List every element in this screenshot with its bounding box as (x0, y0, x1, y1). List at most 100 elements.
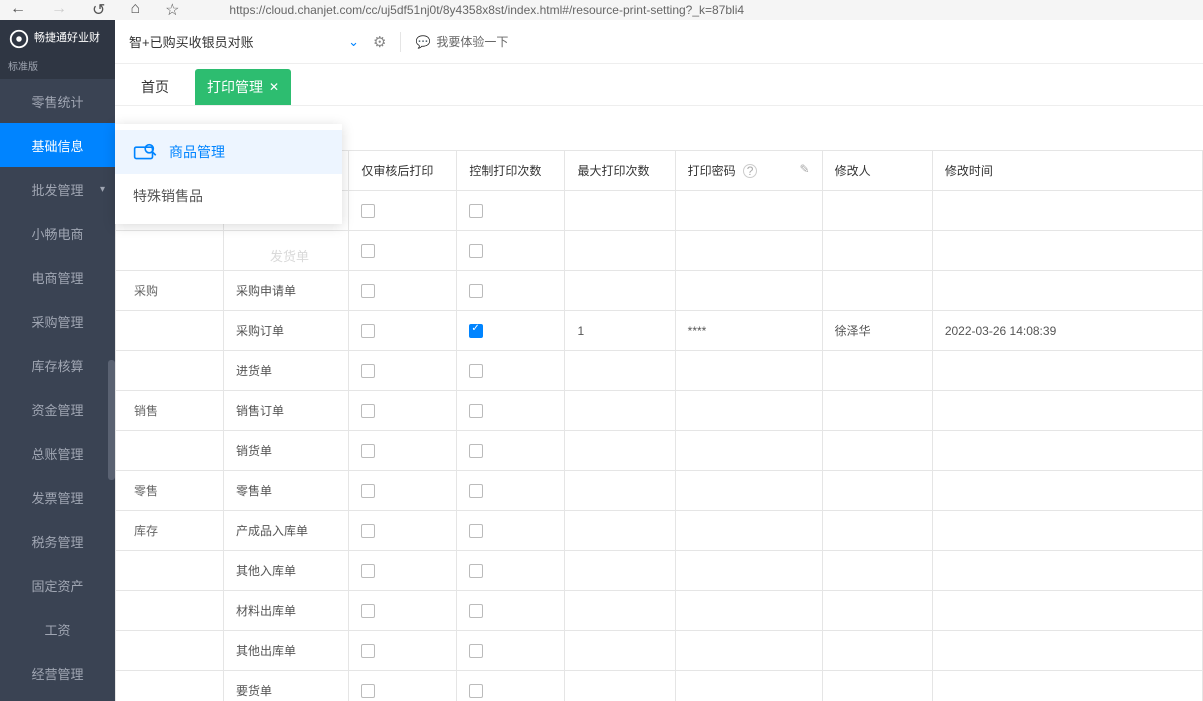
cell-modify-time: 2022-03-26 14:08:39 (932, 311, 1202, 351)
checkbox-after-audit[interactable] (361, 204, 375, 218)
cell-password (675, 511, 822, 551)
checkbox-after-audit[interactable] (361, 604, 375, 618)
cell-control-count (457, 391, 565, 431)
checkbox-control-count[interactable] (469, 284, 483, 298)
tab-print-management[interactable]: 打印管理 ✕ (195, 69, 291, 105)
cell-modifier (822, 231, 932, 271)
checkbox-after-audit[interactable] (361, 684, 375, 698)
cell-after-audit (349, 191, 457, 231)
back-icon[interactable]: ← (10, 0, 26, 20)
print-settings-table: 仅审核后打印 控制打印次数 最大打印次数 打印密码 ? ✎ 修改人 修改时间 采… (115, 150, 1203, 701)
cell-category (116, 351, 224, 391)
main-area: 智+已购买收银员对账 ⌄ ⚙ 💬 我要体验一下 首页 打印管理 ✕ (115, 20, 1203, 701)
checkbox-control-count[interactable] (469, 204, 483, 218)
sidebar-item-4[interactable]: 电商管理 (0, 255, 115, 299)
chat-icon: 💬 (415, 35, 430, 49)
checkbox-after-audit[interactable] (361, 644, 375, 658)
cell-password (675, 591, 822, 631)
sidebar-item-1[interactable]: 基础信息 (0, 123, 115, 167)
sidebar-item-9[interactable]: 发票管理 (0, 475, 115, 519)
checkbox-control-count[interactable] (469, 524, 483, 538)
sidebar-item-13[interactable]: 经营管理 (0, 651, 115, 695)
divider (400, 32, 401, 52)
cell-category: 库存 (116, 511, 224, 551)
forward-icon[interactable]: → (51, 0, 67, 20)
cell-control-count (457, 551, 565, 591)
edit-icon[interactable]: ✎ (800, 162, 810, 176)
checkbox-after-audit[interactable] (361, 484, 375, 498)
checkbox-after-audit[interactable] (361, 244, 375, 258)
cell-category: 零售 (116, 471, 224, 511)
flyout-item-product-mgmt[interactable]: 商品管理 (115, 130, 342, 174)
checkbox-after-audit[interactable] (361, 364, 375, 378)
cell-max-count (565, 471, 675, 511)
cell-modifier (822, 351, 932, 391)
checkbox-control-count[interactable] (469, 404, 483, 418)
sidebar-item-2[interactable]: 批发管理▾ (0, 167, 115, 211)
cell-modify-time (932, 391, 1202, 431)
col-modify-time: 修改时间 (932, 151, 1202, 191)
checkbox-after-audit[interactable] (361, 564, 375, 578)
sidebar-item-11[interactable]: 固定资产 (0, 563, 115, 607)
cell-doc: 产成品入库单 (224, 511, 349, 551)
checkbox-control-count[interactable] (469, 684, 483, 698)
checkbox-control-count[interactable] (469, 564, 483, 578)
checkbox-control-count[interactable] (469, 244, 483, 258)
cell-modifier (822, 391, 932, 431)
cell-modifier (822, 551, 932, 591)
sidebar-item-8[interactable]: 总账管理 (0, 431, 115, 475)
checkbox-after-audit[interactable] (361, 444, 375, 458)
sidebar-item-10[interactable]: 税务管理 (0, 519, 115, 563)
help-icon[interactable]: ? (743, 164, 757, 178)
checkbox-after-audit[interactable] (361, 524, 375, 538)
cell-password: **** (675, 311, 822, 351)
home-icon[interactable]: ⌂ (130, 0, 140, 20)
cell-modify-time (932, 591, 1202, 631)
sidebar-item-6[interactable]: 库存核算 (0, 343, 115, 387)
cell-control-count (457, 271, 565, 311)
refresh-icon[interactable]: ↺ (92, 0, 105, 20)
checkbox-after-audit[interactable] (361, 324, 375, 338)
cell-password (675, 631, 822, 671)
brand: 畅捷通好业财 (0, 20, 115, 58)
experience-link[interactable]: 💬 我要体验一下 (415, 33, 508, 50)
cell-modifier (822, 631, 932, 671)
cell-control-count (457, 191, 565, 231)
cell-modifier (822, 191, 932, 231)
sidebar-item-3[interactable]: 小畅电商 (0, 211, 115, 255)
checkbox-control-count[interactable] (469, 484, 483, 498)
sidebar-item-5[interactable]: 采购管理 (0, 299, 115, 343)
checkbox-control-count[interactable] (469, 644, 483, 658)
cell-password (675, 391, 822, 431)
cell-modifier (822, 511, 932, 551)
cell-max-count (565, 591, 675, 631)
sidebar-item-0[interactable]: 零售统计 (0, 79, 115, 123)
cell-after-audit (349, 311, 457, 351)
checkbox-control-count[interactable] (469, 604, 483, 618)
table-row: 采购订单1****徐泽华2022-03-26 14:08:39 (116, 311, 1203, 351)
checkbox-control-count[interactable] (469, 324, 483, 338)
cell-control-count (457, 631, 565, 671)
checkbox-after-audit[interactable] (361, 404, 375, 418)
cell-max-count (565, 631, 675, 671)
sidebar-scrollbar[interactable] (108, 360, 115, 480)
cell-doc: 销售订单 (224, 391, 349, 431)
cell-modify-time (932, 511, 1202, 551)
sidebar-item-12[interactable]: 工资 (0, 607, 115, 651)
checkbox-after-audit[interactable] (361, 284, 375, 298)
table-row (116, 231, 1203, 271)
flyout-item-special-sale[interactable]: 特殊销售品 (115, 174, 342, 218)
checkbox-control-count[interactable] (469, 444, 483, 458)
cell-max-count (565, 391, 675, 431)
gear-icon[interactable]: ⚙ (373, 33, 386, 51)
tab-home[interactable]: 首页 (129, 69, 181, 105)
star-icon[interactable]: ☆ (165, 0, 179, 20)
table-row: 采购采购申请单 (116, 271, 1203, 311)
sidebar-item-7[interactable]: 资金管理 (0, 387, 115, 431)
tab-label: 首页 (141, 77, 169, 97)
cell-modifier: 徐泽华 (822, 311, 932, 351)
org-selector[interactable]: 智+已购买收银员对账 ⌄ (129, 32, 359, 51)
checkbox-control-count[interactable] (469, 364, 483, 378)
cell-after-audit (349, 591, 457, 631)
close-icon[interactable]: ✕ (269, 80, 279, 94)
